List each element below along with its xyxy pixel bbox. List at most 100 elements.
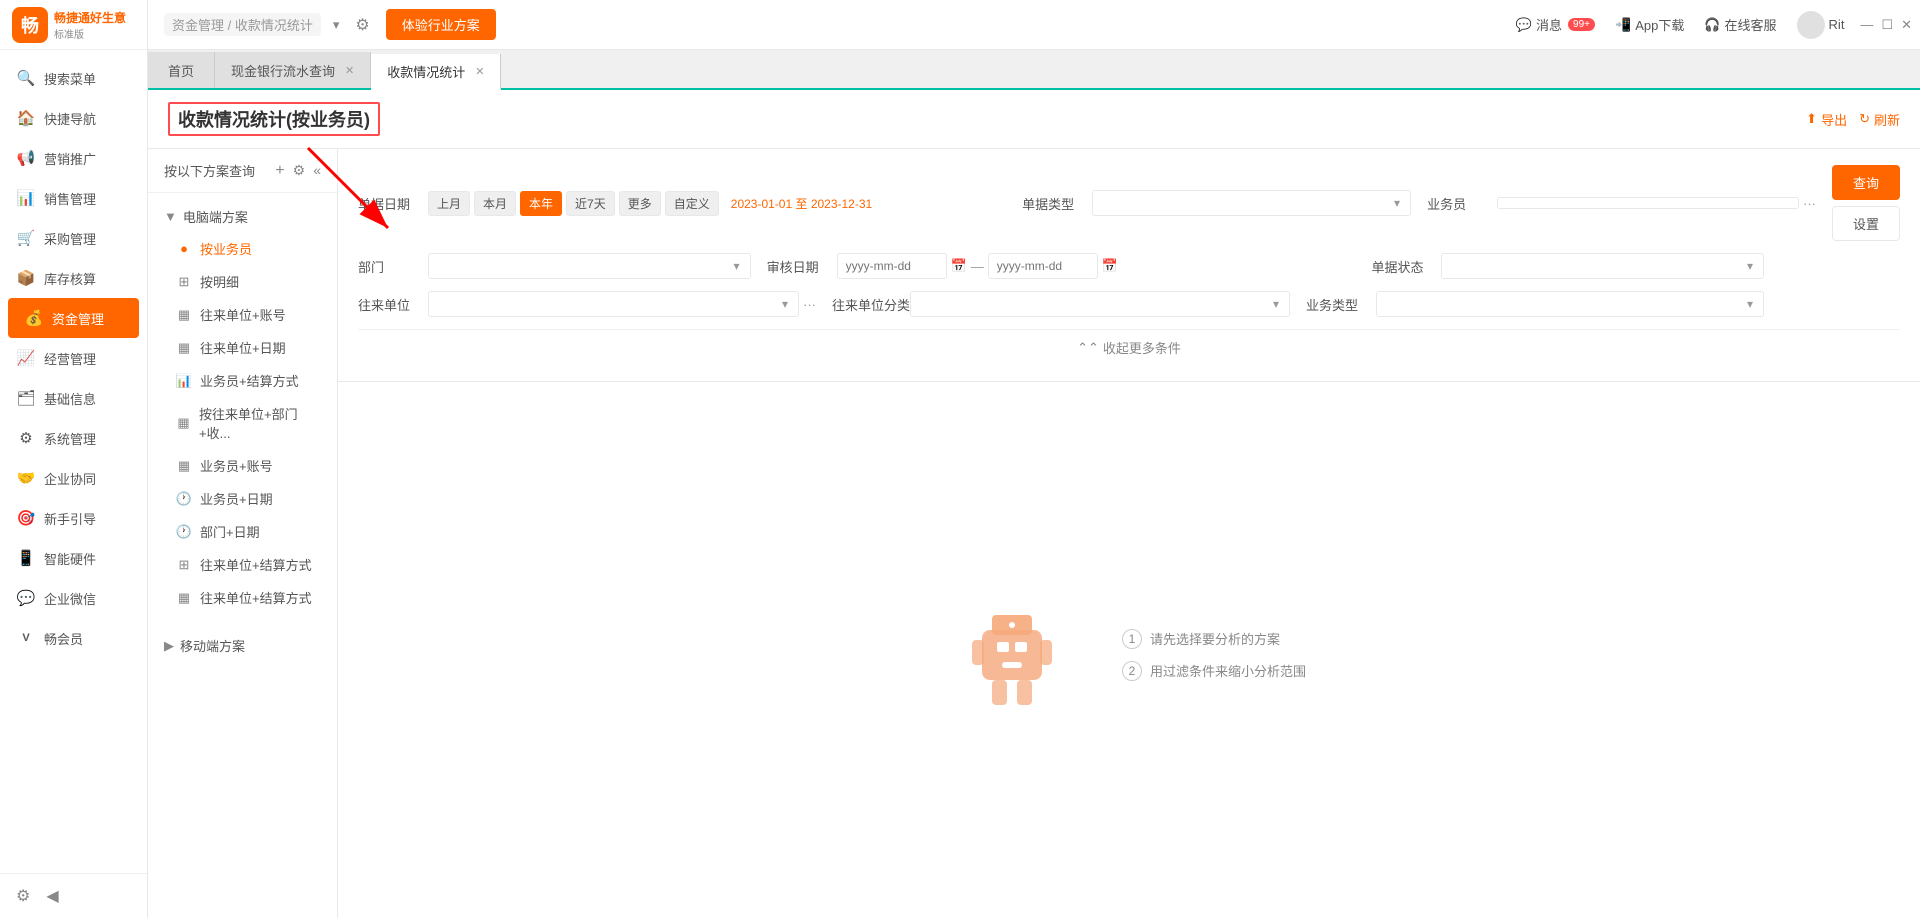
sidebar-item-finance[interactable]: 💰 资金管理 <box>8 298 139 338</box>
app-download-item[interactable]: 📲 App下载 <box>1615 15 1684 34</box>
tab-collection-stat-close[interactable]: ✕ <box>475 65 484 78</box>
tip-item-2: 2 用过滤条件来缩小分析范围 <box>1122 661 1306 681</box>
last-month-btn[interactable]: 上月 <box>428 191 470 216</box>
collapse-sidebar-icon[interactable]: ◀ <box>46 886 58 906</box>
custom-date-btn[interactable]: 自定义 <box>665 191 719 216</box>
header-dropdown-icon[interactable]: ▾ <box>333 17 340 33</box>
empty-content: 1 请先选择要分析的方案 2 用过滤条件来缩小分析范围 <box>952 595 1306 715</box>
add-plan-icon[interactable]: + <box>275 162 284 180</box>
maximize-icon[interactable]: ☐ <box>1881 17 1893 33</box>
left-panel-header: 按以下方案查询 + ⚙ « <box>148 149 337 193</box>
doc-type-select[interactable]: ▾ <box>1092 190 1411 216</box>
desktop-arrow-icon: ▼ <box>164 209 177 224</box>
doc-status-select[interactable]: ▾ <box>1441 253 1764 279</box>
tab-home[interactable]: 首页 <box>148 52 215 88</box>
mobile-group-title[interactable]: ▶ 移动端方案 <box>148 630 337 661</box>
calendar-from-icon[interactable]: 📅 <box>951 258 967 274</box>
this-month-btn[interactable]: 本月 <box>474 191 516 216</box>
partner-category-chevron-icon: ▾ <box>1273 297 1279 311</box>
dept-label: 部门 <box>358 257 428 276</box>
plan-item-by-staff[interactable]: ● 按业务员 <box>148 232 337 265</box>
mobile-plan-group: ▶ 移动端方案 <box>148 622 337 669</box>
plan-item-by-detail[interactable]: ⊞ 按明细 <box>148 265 337 298</box>
sidebar-bottom: ⚙ ◀ <box>0 873 147 918</box>
plan-item-staff-settlement[interactable]: 📊 业务员+结算方式 <box>148 364 337 397</box>
header-gear-icon[interactable]: ⚙ <box>355 15 369 35</box>
audit-date-from[interactable] <box>837 253 947 279</box>
sidebar-item-purchase[interactable]: 🛒 采购管理 <box>0 218 147 258</box>
settings-bottom-icon[interactable]: ⚙ <box>16 886 30 906</box>
plan-item-partner-date[interactable]: ▦ 往来单位+日期 <box>148 331 337 364</box>
partner-account-icon: ▦ <box>176 307 192 323</box>
sidebar-item-shortcuts[interactable]: 🏠 快捷导航 <box>0 98 147 138</box>
tab-bank-flow[interactable]: 现金银行流水查询 ✕ <box>215 52 371 88</box>
settings-button[interactable]: 设置 <box>1832 206 1900 241</box>
desktop-group-title[interactable]: ▼ 电脑端方案 <box>148 201 337 232</box>
home-icon: 🏠 <box>16 108 36 128</box>
sidebar-item-inventory[interactable]: 📦 库存核算 <box>0 258 147 298</box>
last-7days-btn[interactable]: 近7天 <box>566 191 615 216</box>
sidebar-item-hardware[interactable]: 📱 智能硬件 <box>0 538 147 578</box>
sidebar-item-basic[interactable]: 🗂 基础信息 <box>0 378 147 418</box>
date-field-label: 单据日期 <box>358 194 428 213</box>
plan-item-staff-account[interactable]: ▦ 业务员+账号 <box>148 449 337 482</box>
tip-num-1: 1 <box>1122 629 1142 649</box>
sidebar-item-search[interactable]: 🔍 搜索菜单 <box>0 58 147 98</box>
sidebar-item-sales[interactable]: 📊 销售管理 <box>0 178 147 218</box>
partner-select[interactable]: ▾ <box>428 291 799 317</box>
trial-button[interactable]: 体验行业方案 <box>386 9 496 40</box>
plan-item-partner-dept[interactable]: ▦ 按往来单位+部门+收... <box>148 397 337 449</box>
settings-plan-icon[interactable]: ⚙ <box>293 162 306 180</box>
sidebar-item-system[interactable]: ⚙ 系统管理 <box>0 418 147 458</box>
close-icon[interactable]: ✕ <box>1901 17 1912 33</box>
partner-category-select[interactable]: ▾ <box>910 291 1290 317</box>
staff-label: 业务员 <box>1427 194 1497 213</box>
collapse-more-btn[interactable]: ⌃⌃ 收起更多条件 <box>358 329 1900 365</box>
wechat-icon: 💬 <box>16 588 36 608</box>
more-date-btn[interactable]: 更多 <box>619 191 661 216</box>
online-service-item[interactable]: 🎧 在线客服 <box>1704 15 1776 34</box>
plan-item-partner-settlement2[interactable]: ▦ 往来单位+结算方式 <box>148 581 337 614</box>
tip-item-1: 1 请先选择要分析的方案 <box>1122 629 1306 649</box>
tab-bank-flow-close[interactable]: ✕ <box>345 64 354 77</box>
sidebar-item-marketing[interactable]: 📢 营销推广 <box>0 138 147 178</box>
refresh-button[interactable]: ↻ 刷新 <box>1859 110 1900 129</box>
this-year-btn[interactable]: 本年 <box>520 191 562 216</box>
doc-status-field: 单据状态 ▾ <box>1371 253 1764 279</box>
plan-item-dept-date[interactable]: 🕐 部门+日期 <box>148 515 337 548</box>
sidebar-item-member[interactable]: V 畅会员 <box>0 618 147 658</box>
purchase-icon: 🛒 <box>16 228 36 248</box>
business-type-select[interactable]: ▾ <box>1376 291 1764 317</box>
member-icon: V <box>16 628 36 648</box>
sidebar-item-newbie[interactable]: 🎯 新手引导 <box>0 498 147 538</box>
collapse-panel-icon[interactable]: « <box>313 162 321 180</box>
query-button[interactable]: 查询 <box>1832 165 1900 200</box>
audit-date-range: 📅 — 📅 <box>837 253 1118 279</box>
desktop-plan-group: ▼ 电脑端方案 ● 按业务员 ⊞ 按明细 ▦ 往来单位+账号 ▦ 往 <box>148 193 337 622</box>
partner-settlement2-icon: ▦ <box>176 590 192 606</box>
sidebar-item-operations[interactable]: 📈 经营管理 <box>0 338 147 378</box>
tab-collection-stat[interactable]: 收款情况统计 ✕ <box>371 54 501 90</box>
plan-item-staff-date[interactable]: 🕐 业务员+日期 <box>148 482 337 515</box>
messages-item[interactable]: 💬 消息 99+ <box>1516 15 1595 34</box>
user-info-item[interactable]: Rit <box>1797 11 1845 39</box>
calendar-to-icon[interactable]: 📅 <box>1102 258 1118 274</box>
plan-item-partner-account[interactable]: ▦ 往来单位+账号 <box>148 298 337 331</box>
partner-settlement1-icon: ⊞ <box>176 557 192 573</box>
audit-date-to[interactable] <box>988 253 1098 279</box>
date-range-display: 2023-01-01 至 2023-12-31 <box>731 195 872 212</box>
sidebar-item-enterprise[interactable]: 🤝 企业协同 <box>0 458 147 498</box>
export-button[interactable]: ⬆ 导出 <box>1806 110 1847 129</box>
partner-more-icon[interactable]: ··· <box>803 297 816 312</box>
staff-more-icon[interactable]: ··· <box>1803 196 1816 211</box>
sidebar-item-wechat[interactable]: 💬 企业微信 <box>0 578 147 618</box>
plan-item-partner-settlement1[interactable]: ⊞ 往来单位+结算方式 <box>148 548 337 581</box>
message-badge: 99+ <box>1568 18 1595 31</box>
business-type-label: 业务类型 <box>1306 295 1376 314</box>
minimize-icon[interactable]: — <box>1860 17 1873 32</box>
tabs-bar: 首页 现金银行流水查询 ✕ 收款情况统计 ✕ <box>148 50 1920 90</box>
sales-icon: 📊 <box>16 188 36 208</box>
dept-select[interactable]: ▾ <box>428 253 751 279</box>
staff-select[interactable] <box>1497 197 1799 209</box>
partner-category-field: 往来单位分类 ▾ <box>832 291 1290 317</box>
